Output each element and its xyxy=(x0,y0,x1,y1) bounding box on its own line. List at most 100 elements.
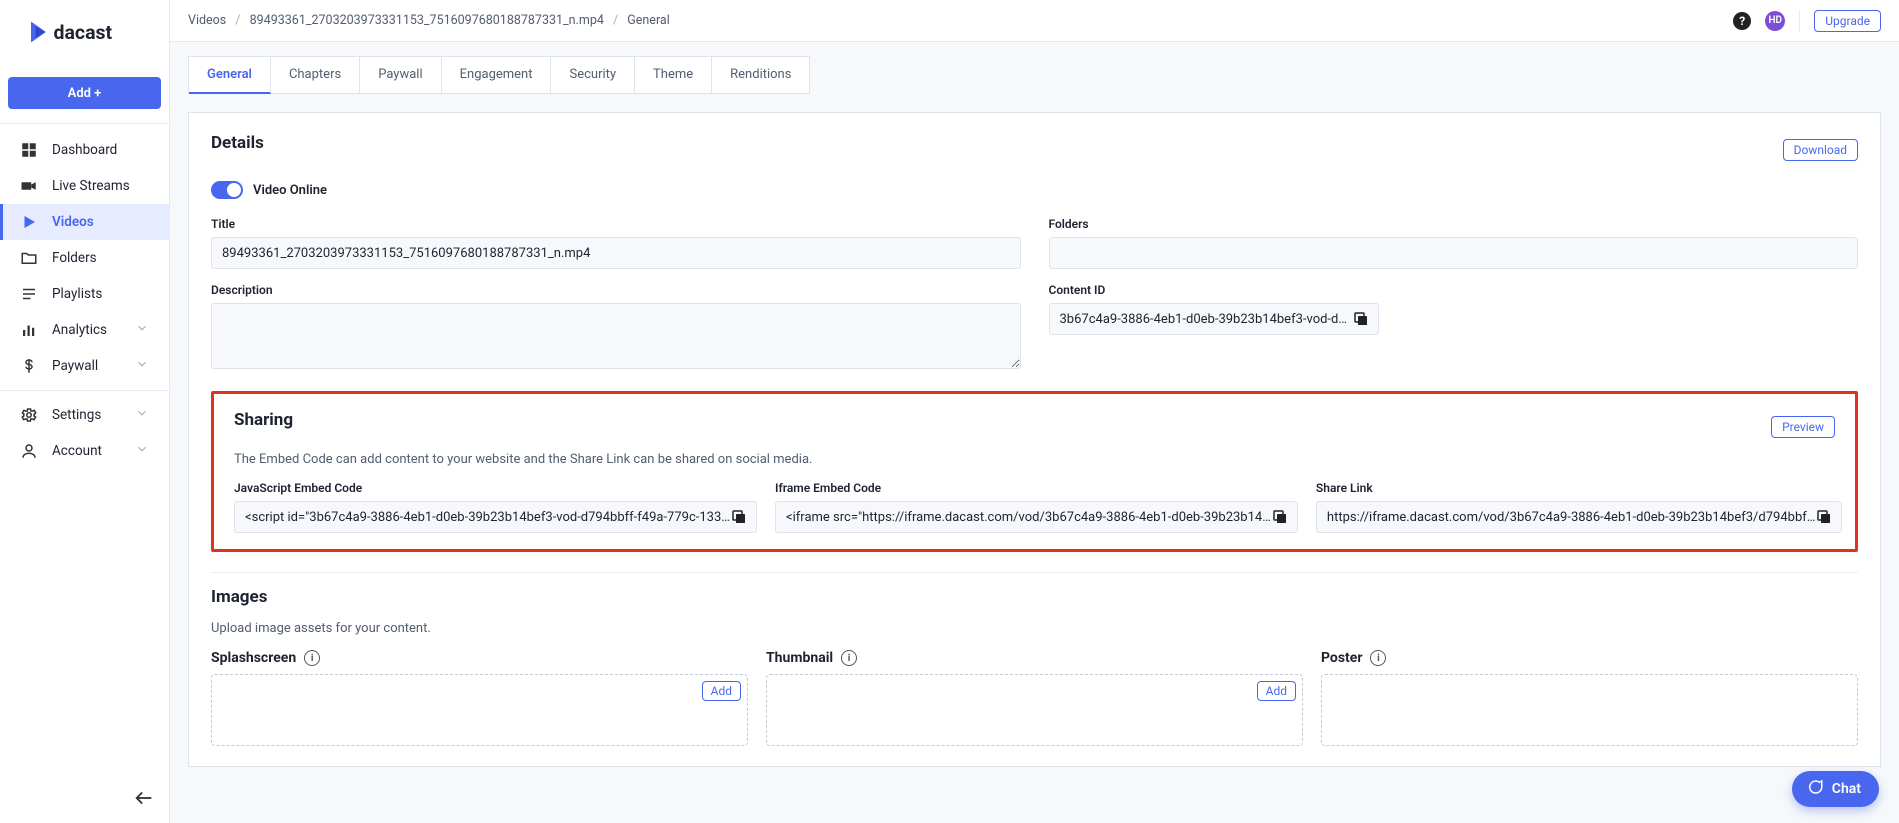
title-label: Title xyxy=(211,217,1021,231)
collapse-sidebar-button[interactable] xyxy=(133,787,155,813)
copy-icon[interactable] xyxy=(730,508,748,526)
sidebar-item-label: Folders xyxy=(52,250,97,266)
sidebar-item-label: Videos xyxy=(52,214,94,230)
iframe-embed-value: <iframe src="https://iframe.dacast.com/v… xyxy=(786,510,1271,525)
folders-label: Folders xyxy=(1049,217,1859,231)
preview-button[interactable]: Preview xyxy=(1771,416,1835,438)
video-online-toggle[interactable] xyxy=(211,181,243,199)
topbar: Videos / 89493361_2703203973331153_75160… xyxy=(170,0,1899,42)
thumbnail-dropzone[interactable]: Add xyxy=(766,674,1303,746)
play-icon xyxy=(20,213,38,231)
sidebar-item-videos[interactable]: Videos xyxy=(0,204,169,240)
breadcrumb-link-videos[interactable]: Videos xyxy=(188,13,226,28)
sidebar: dacast Add + Dashboard Live Streams Vide… xyxy=(0,0,170,823)
folder-icon xyxy=(20,249,38,267)
iframe-embed-label: Iframe Embed Code xyxy=(775,481,1298,495)
dollar-icon xyxy=(20,357,38,375)
breadcrumb-current: General xyxy=(627,13,670,28)
content-id-label: Content ID xyxy=(1049,283,1859,297)
copy-icon[interactable] xyxy=(1352,310,1370,328)
share-link-field: https://iframe.dacast.com/vod/3b67c4a9-3… xyxy=(1316,501,1843,533)
sidebar-item-dashboard[interactable]: Dashboard xyxy=(0,132,169,168)
sidebar-item-label: Account xyxy=(52,443,102,459)
dashboard-icon xyxy=(20,141,38,159)
main: Videos / 89493361_2703203973331153_75160… xyxy=(170,0,1899,823)
nav: Dashboard Live Streams Videos Folders Pl… xyxy=(0,123,169,469)
tabs: General Chapters Paywall Engagement Secu… xyxy=(188,56,810,94)
avatar[interactable]: HD xyxy=(1765,11,1785,31)
sidebar-item-live-streams[interactable]: Live Streams xyxy=(0,168,169,204)
sharing-section: Sharing Preview The Embed Code can add c… xyxy=(211,391,1858,552)
poster-label: Poster xyxy=(1321,650,1362,666)
breadcrumb: Videos / 89493361_2703203973331153_75160… xyxy=(188,13,670,28)
js-embed-label: JavaScript Embed Code xyxy=(234,481,757,495)
sidebar-item-label: Dashboard xyxy=(52,142,117,158)
breadcrumb-link-file[interactable]: 89493361_2703203973331153_75160976801887… xyxy=(250,13,604,28)
sidebar-item-label: Analytics xyxy=(52,322,107,338)
sidebar-item-paywall[interactable]: Paywall xyxy=(0,348,169,384)
splash-label: Splashscreen xyxy=(211,650,296,666)
share-link-label: Share Link xyxy=(1316,481,1843,495)
thumbnail-label: Thumbnail xyxy=(766,650,833,666)
chevron-down-icon xyxy=(135,321,149,339)
download-button[interactable]: Download xyxy=(1783,139,1858,161)
chat-button[interactable]: Chat xyxy=(1792,771,1879,807)
chevron-down-icon xyxy=(135,442,149,460)
tab-paywall[interactable]: Paywall xyxy=(360,57,441,93)
logo[interactable]: dacast xyxy=(0,0,169,65)
chat-icon xyxy=(1806,778,1824,800)
tab-engagement[interactable]: Engagement xyxy=(442,57,552,93)
analytics-icon xyxy=(20,321,38,339)
svg-text:dacast: dacast xyxy=(54,21,113,44)
sidebar-item-account[interactable]: Account xyxy=(0,433,169,469)
sidebar-item-playlists[interactable]: Playlists xyxy=(0,276,169,312)
images-description: Upload image assets for your content. xyxy=(211,621,1858,636)
sidebar-item-folders[interactable]: Folders xyxy=(0,240,169,276)
tab-theme[interactable]: Theme xyxy=(635,57,712,93)
description-label: Description xyxy=(211,283,1021,297)
upgrade-button[interactable]: Upgrade xyxy=(1814,10,1881,32)
poster-dropzone[interactable] xyxy=(1321,674,1858,746)
title-input[interactable] xyxy=(211,237,1021,269)
sidebar-item-label: Live Streams xyxy=(52,178,130,194)
camera-icon xyxy=(20,177,38,195)
sidebar-item-label: Playlists xyxy=(52,286,102,302)
copy-icon[interactable] xyxy=(1815,508,1833,526)
add-splash-button[interactable]: Add xyxy=(702,681,741,701)
sidebar-item-label: Settings xyxy=(52,407,101,423)
iframe-embed-field: <iframe src="https://iframe.dacast.com/v… xyxy=(775,501,1298,533)
sidebar-item-label: Paywall xyxy=(52,358,98,374)
sharing-heading: Sharing xyxy=(234,410,293,430)
tab-renditions[interactable]: Renditions xyxy=(712,57,809,93)
folders-input[interactable] xyxy=(1049,237,1859,269)
info-icon[interactable]: i xyxy=(841,650,857,666)
list-icon xyxy=(20,285,38,303)
add-button[interactable]: Add + xyxy=(8,77,161,109)
details-card: Details Download Video Online Title Fold… xyxy=(188,112,1881,767)
help-icon[interactable]: ? xyxy=(1733,12,1751,30)
tab-chapters[interactable]: Chapters xyxy=(271,57,360,93)
chevron-down-icon xyxy=(135,406,149,424)
video-online-label: Video Online xyxy=(253,183,327,198)
gear-icon xyxy=(20,406,38,424)
person-icon xyxy=(20,442,38,460)
js-embed-field: <script id="3b67c4a9-3886-4eb1-d0eb-39b2… xyxy=(234,501,757,533)
sidebar-item-analytics[interactable]: Analytics xyxy=(0,312,169,348)
description-textarea[interactable] xyxy=(211,303,1021,369)
tab-general[interactable]: General xyxy=(189,57,271,94)
details-heading: Details xyxy=(211,133,264,153)
content-id-field: 3b67c4a9-3886-4eb1-d0eb-39b23b14bef3-vod… xyxy=(1049,303,1379,335)
copy-icon[interactable] xyxy=(1271,508,1289,526)
share-link-value: https://iframe.dacast.com/vod/3b67c4a9-3… xyxy=(1327,510,1816,525)
tab-security[interactable]: Security xyxy=(551,57,635,93)
images-heading: Images xyxy=(211,587,1858,607)
chat-label: Chat xyxy=(1832,781,1861,797)
content-id-value: 3b67c4a9-3886-4eb1-d0eb-39b23b14bef3-vod… xyxy=(1060,312,1352,327)
chevron-down-icon xyxy=(135,357,149,375)
info-icon[interactable]: i xyxy=(304,650,320,666)
js-embed-value: <script id="3b67c4a9-3886-4eb1-d0eb-39b2… xyxy=(245,510,730,525)
info-icon[interactable]: i xyxy=(1370,650,1386,666)
add-thumbnail-button[interactable]: Add xyxy=(1257,681,1296,701)
splash-dropzone[interactable]: Add xyxy=(211,674,748,746)
sidebar-item-settings[interactable]: Settings xyxy=(0,397,169,433)
